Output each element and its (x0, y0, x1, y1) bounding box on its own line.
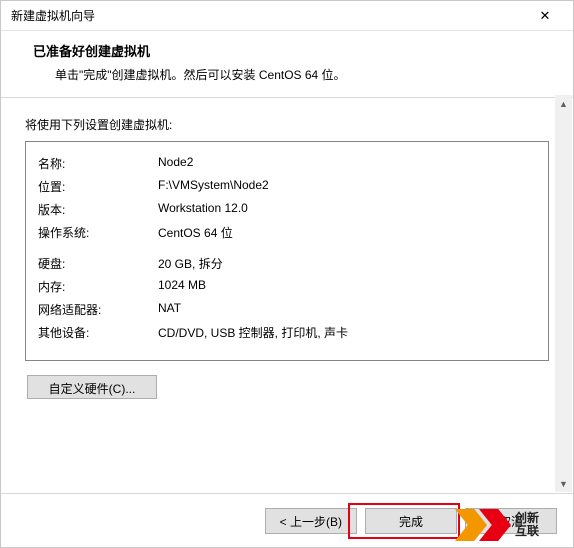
table-row: 操作系统: CentOS 64 位 (38, 221, 536, 244)
setting-value: Workstation 12.0 (158, 198, 536, 221)
table-row: 位置: F:\VMSystem\Node2 (38, 175, 536, 198)
setting-value: F:\VMSystem\Node2 (158, 175, 536, 198)
setting-value: CD/DVD, USB 控制器, 打印机, 声卡 (158, 321, 536, 344)
finish-button[interactable]: 完成 (365, 508, 457, 534)
setting-label: 网络适配器: (38, 298, 158, 321)
window-title: 新建虚拟机向导 (11, 7, 95, 24)
settings-summary-box: 名称: Node2 位置: F:\VMSystem\Node2 版本: Work… (25, 141, 549, 361)
setting-value: NAT (158, 298, 536, 321)
wizard-window: 新建虚拟机向导 ✕ 已准备好创建虚拟机 单击"完成"创建虚拟机。然后可以安装 C… (0, 0, 574, 548)
table-row: 其他设备: CD/DVD, USB 控制器, 打印机, 声卡 (38, 321, 536, 344)
customize-hardware-button[interactable]: 自定义硬件(C)... (27, 375, 157, 399)
table-row: 网络适配器: NAT (38, 298, 536, 321)
table-spacer (38, 244, 536, 252)
table-row: 名称: Node2 (38, 152, 536, 175)
setting-label: 内存: (38, 275, 158, 298)
setting-value: 1024 MB (158, 275, 536, 298)
cancel-button[interactable]: 取消 (465, 508, 557, 534)
table-row: 硬盘: 20 GB, 拆分 (38, 252, 536, 275)
settings-intro: 将使用下列设置创建虚拟机: (25, 116, 549, 133)
setting-value: CentOS 64 位 (158, 221, 536, 244)
setting-value: Node2 (158, 152, 536, 175)
vertical-scrollbar[interactable]: ▲ ▼ (555, 95, 572, 492)
setting-label: 名称: (38, 152, 158, 175)
setting-label: 其他设备: (38, 321, 158, 344)
setting-label: 硬盘: (38, 252, 158, 275)
table-row: 版本: Workstation 12.0 (38, 198, 536, 221)
customize-row: 自定义硬件(C)... (25, 375, 549, 399)
setting-label: 版本: (38, 198, 158, 221)
scroll-down-icon: ▼ (555, 475, 572, 492)
titlebar: 新建虚拟机向导 ✕ (1, 1, 573, 31)
setting-label: 操作系统: (38, 221, 158, 244)
wizard-body: 将使用下列设置创建虚拟机: 名称: Node2 位置: F:\VMSystem\… (1, 98, 573, 493)
page-subtext: 单击"完成"创建虚拟机。然后可以安装 CentOS 64 位。 (55, 66, 553, 83)
setting-value: 20 GB, 拆分 (158, 252, 536, 275)
setting-label: 位置: (38, 175, 158, 198)
close-icon: ✕ (540, 8, 551, 24)
close-button[interactable]: ✕ (525, 2, 565, 30)
table-row: 内存: 1024 MB (38, 275, 536, 298)
settings-table: 名称: Node2 位置: F:\VMSystem\Node2 版本: Work… (38, 152, 536, 344)
wizard-footer: < 上一步(B) 完成 取消 创新 互联 (1, 493, 573, 547)
scroll-up-icon: ▲ (555, 95, 572, 112)
page-heading: 已准备好创建虚拟机 (33, 41, 553, 60)
back-button[interactable]: < 上一步(B) (265, 508, 357, 534)
wizard-header: 已准备好创建虚拟机 单击"完成"创建虚拟机。然后可以安装 CentOS 64 位… (1, 31, 573, 98)
